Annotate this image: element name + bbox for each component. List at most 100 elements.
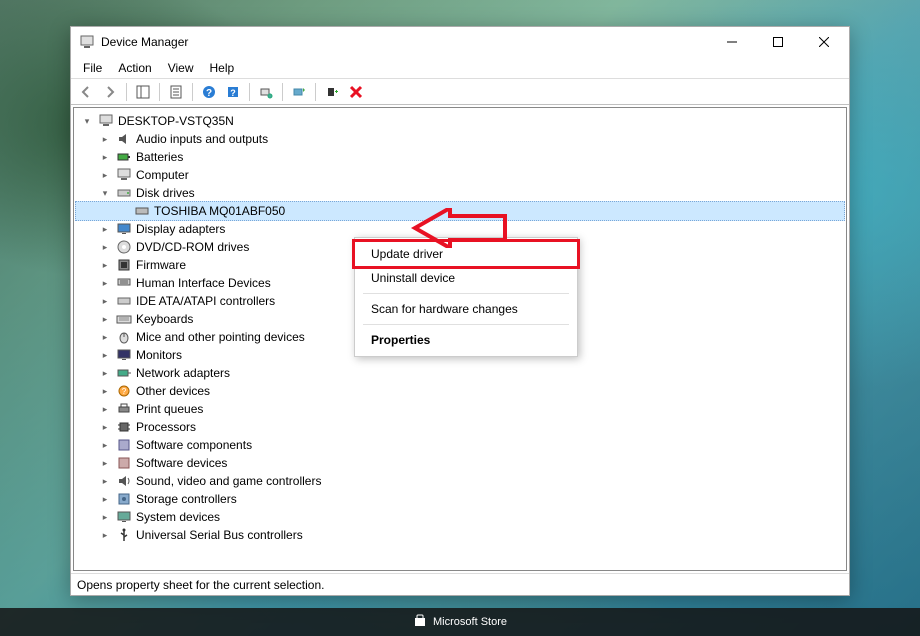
tree-node-swcomp[interactable]: ▸ Software components [76, 436, 844, 454]
chevron-right-icon[interactable]: ▸ [98, 366, 112, 380]
ctx-properties[interactable]: Properties [355, 328, 577, 352]
svg-text:?: ? [230, 88, 236, 98]
tree-label: Software components [136, 436, 252, 454]
chevron-right-icon[interactable]: ▸ [98, 222, 112, 236]
toolbar-separator [126, 83, 127, 101]
tree-label: Batteries [136, 148, 183, 166]
chevron-right-icon[interactable]: ▸ [98, 132, 112, 146]
keyboard-icon [116, 311, 132, 327]
computer-icon [98, 113, 114, 129]
svg-text:?: ? [122, 387, 127, 396]
chevron-right-icon[interactable]: ▸ [98, 510, 112, 524]
add-driver-button[interactable] [321, 81, 343, 103]
chevron-right-icon[interactable]: ▸ [98, 474, 112, 488]
svg-text:?: ? [206, 88, 212, 99]
chevron-right-icon[interactable]: ▸ [98, 438, 112, 452]
chevron-right-icon[interactable]: ▸ [98, 528, 112, 542]
maximize-button[interactable] [755, 27, 801, 57]
chevron-right-icon[interactable]: ▸ [98, 276, 112, 290]
close-button[interactable] [801, 27, 847, 57]
chevron-right-icon[interactable]: ▸ [98, 348, 112, 362]
tree-node-batteries[interactable]: ▸ Batteries [76, 148, 844, 166]
tree-node-storage[interactable]: ▸ Storage controllers [76, 490, 844, 508]
statusbar-text: Opens property sheet for the current sel… [77, 578, 324, 592]
tree-node-system[interactable]: ▸ System devices [76, 508, 844, 526]
tree-label: TOSHIBA MQ01ABF050 [154, 202, 285, 220]
tree-node-printq[interactable]: ▸ Print queues [76, 400, 844, 418]
device-manager-window: Device Manager File Action View Help ? ? [70, 26, 850, 596]
tree-label: Keyboards [136, 310, 193, 328]
firmware-icon [116, 257, 132, 273]
toolbar-separator [159, 83, 160, 101]
ctx-uninstall-device[interactable]: Uninstall device [355, 266, 577, 290]
uninstall-button[interactable] [345, 81, 367, 103]
other-icon: ? [116, 383, 132, 399]
properties-button[interactable] [165, 81, 187, 103]
chevron-down-icon[interactable]: ▾ [80, 114, 94, 128]
chevron-right-icon[interactable]: ▸ [98, 294, 112, 308]
tree-root[interactable]: ▾ DESKTOP-VSTQ35N [76, 112, 844, 130]
ide-icon [116, 293, 132, 309]
window-controls [709, 27, 847, 57]
tree-label: Other devices [136, 382, 210, 400]
monitor-icon [116, 347, 132, 363]
tree-node-sound[interactable]: ▸ Sound, video and game controllers [76, 472, 844, 490]
tree-label: IDE ATA/ATAPI controllers [136, 292, 275, 310]
chevron-right-icon[interactable]: ▸ [98, 492, 112, 506]
update-driver-button[interactable] [288, 81, 310, 103]
help-button-2[interactable]: ? [222, 81, 244, 103]
taskbar-microsoft-store[interactable]: Microsoft Store [401, 610, 519, 635]
chevron-right-icon[interactable]: ▸ [98, 258, 112, 272]
toolbar-separator [315, 83, 316, 101]
menubar: File Action View Help [71, 57, 849, 79]
minimize-button[interactable] [709, 27, 755, 57]
tree-node-processors[interactable]: ▸ Processors [76, 418, 844, 436]
ctx-scan-hardware[interactable]: Scan for hardware changes [355, 297, 577, 321]
tree-label: Software devices [136, 454, 227, 472]
store-icon [413, 614, 427, 631]
chevron-right-icon[interactable]: ▸ [98, 330, 112, 344]
menu-file[interactable]: File [75, 59, 110, 77]
tree-node-diskdrives[interactable]: ▾ Disk drives [76, 184, 844, 202]
chevron-right-icon[interactable]: ▸ [98, 384, 112, 398]
help-button[interactable]: ? [198, 81, 220, 103]
tree-node-computer[interactable]: ▸ Computer [76, 166, 844, 184]
toolbar-separator [192, 83, 193, 101]
software-device-icon [116, 455, 132, 471]
forward-button[interactable] [99, 81, 121, 103]
window-title: Device Manager [101, 35, 709, 49]
menu-view[interactable]: View [160, 59, 202, 77]
taskbar[interactable]: Microsoft Store [0, 608, 920, 636]
scan-hardware-button[interactable] [255, 81, 277, 103]
chevron-right-icon[interactable]: ▸ [98, 312, 112, 326]
hid-icon [116, 275, 132, 291]
chevron-right-icon[interactable]: ▸ [98, 402, 112, 416]
tree-label: Disk drives [136, 184, 195, 202]
tree-label: Display adapters [136, 220, 225, 238]
tree-label: Firmware [136, 256, 186, 274]
chevron-down-icon[interactable]: ▾ [98, 186, 112, 200]
show-hide-tree-button[interactable] [132, 81, 154, 103]
network-icon [116, 365, 132, 381]
ctx-separator [363, 293, 569, 294]
tree-node-other[interactable]: ▸ ? Other devices [76, 382, 844, 400]
tree-node-network[interactable]: ▸ Network adapters [76, 364, 844, 382]
menu-action[interactable]: Action [110, 59, 159, 77]
chevron-right-icon[interactable]: ▸ [98, 168, 112, 182]
chevron-right-icon[interactable]: ▸ [98, 150, 112, 164]
tree-label: Universal Serial Bus controllers [136, 526, 303, 544]
tree-node-usb[interactable]: ▸ Universal Serial Bus controllers [76, 526, 844, 544]
tree-node-swdev[interactable]: ▸ Software devices [76, 454, 844, 472]
ctx-separator [363, 324, 569, 325]
chevron-right-icon[interactable]: ▸ [98, 456, 112, 470]
battery-icon [116, 149, 132, 165]
tree-node-audio[interactable]: ▸ Audio inputs and outputs [76, 130, 844, 148]
sound-icon [116, 473, 132, 489]
chevron-right-icon[interactable]: ▸ [98, 240, 112, 254]
chevron-right-icon[interactable]: ▸ [98, 420, 112, 434]
menu-help[interactable]: Help [202, 59, 243, 77]
tree-label: Human Interface Devices [136, 274, 271, 292]
printer-icon [116, 401, 132, 417]
back-button[interactable] [75, 81, 97, 103]
dvd-icon [116, 239, 132, 255]
